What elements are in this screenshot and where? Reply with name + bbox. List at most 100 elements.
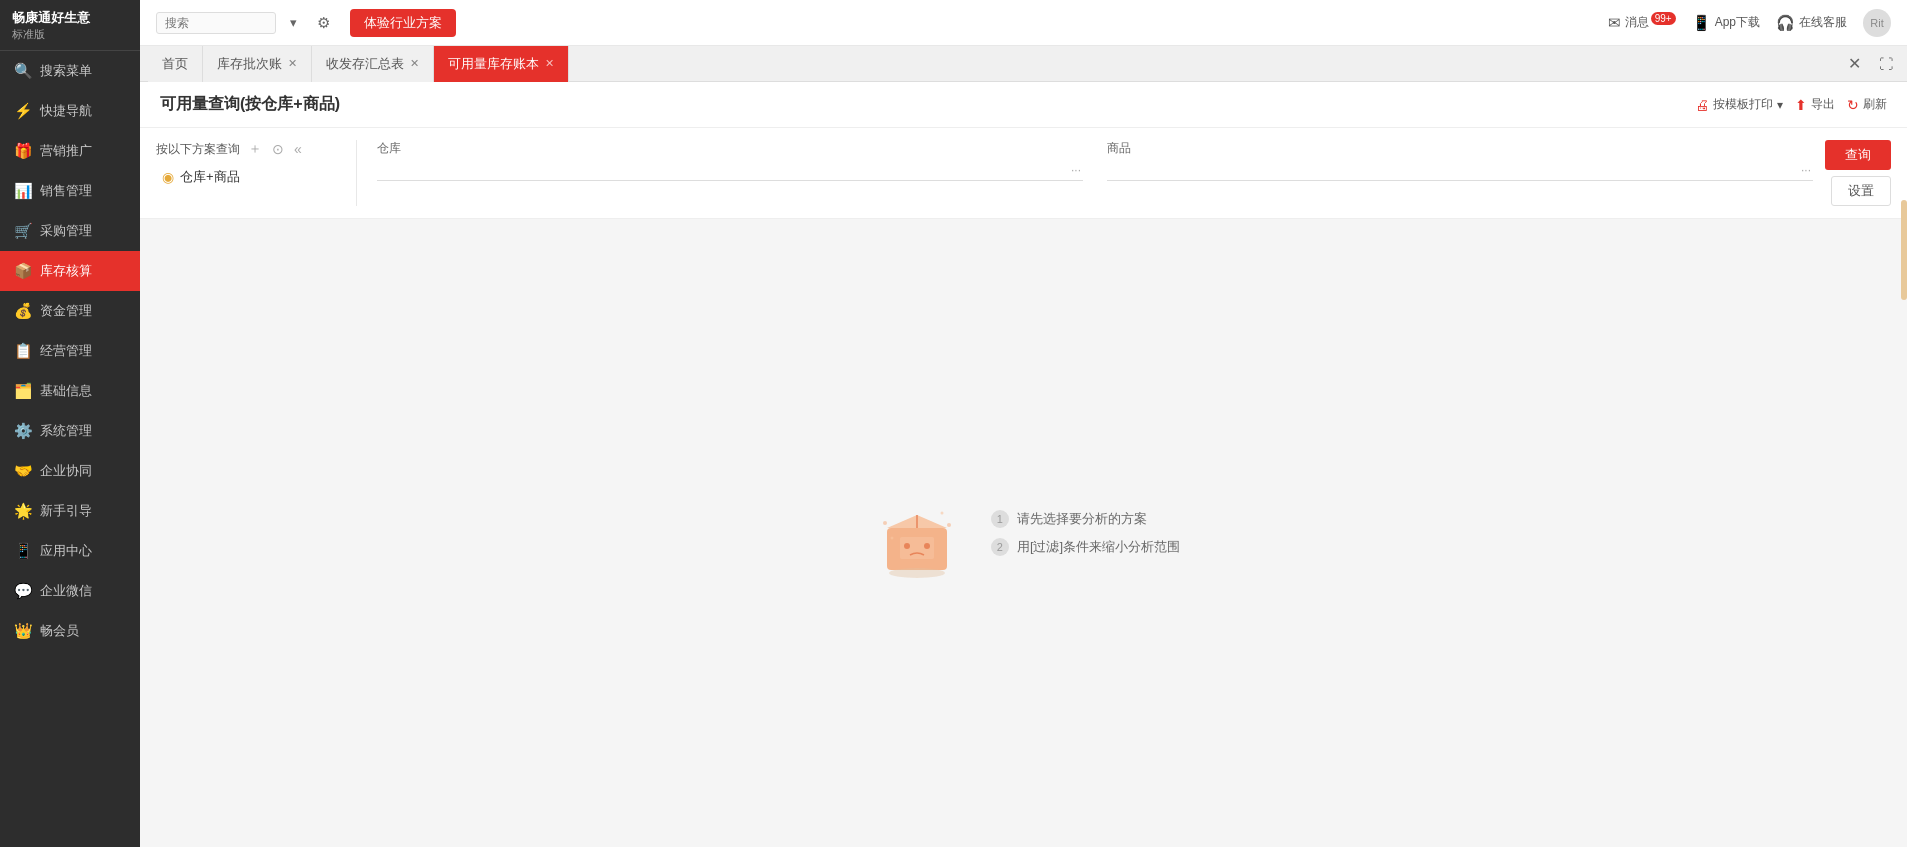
goods-input[interactable] <box>1107 162 1795 177</box>
avatar: Rit <box>1863 9 1891 37</box>
goods-more-button[interactable]: ··· <box>1799 163 1813 177</box>
sidebar-item-label: 新手引导 <box>40 502 92 520</box>
message-icon: ✉ <box>1608 14 1621 32</box>
page-content: 可用量查询(按仓库+商品) 🖨 按模板打印 ▾ ⬆ 导出 ↻ 刷新 <box>140 82 1907 847</box>
warehouse-more-button[interactable]: ··· <box>1069 163 1083 177</box>
filter-divider <box>356 140 357 206</box>
warehouse-input-container: ··· <box>377 159 1083 181</box>
sidebar-item-purchase[interactable]: 🛒 采购管理 <box>0 211 140 251</box>
message-action[interactable]: ✉ 消息 99+ <box>1608 14 1676 32</box>
sidebar-item-wechat[interactable]: 💬企业微信 <box>0 571 140 611</box>
sidebar-item-label: 采购管理 <box>40 222 92 240</box>
print-icon: 🖨 <box>1695 97 1709 113</box>
query-button[interactable]: 查询 <box>1825 140 1891 170</box>
print-label: 按模板打印 <box>1713 96 1773 113</box>
tip-2: 2 用[过滤]条件来缩小分析范围 <box>991 538 1180 556</box>
sidebar-item-operations[interactable]: 📋经营管理 <box>0 331 140 371</box>
tip-1-text: 请先选择要分析的方案 <box>1017 510 1147 528</box>
tip-2-text: 用[过滤]条件来缩小分析范围 <box>1017 538 1180 556</box>
tab-summary[interactable]: 收发存汇总表 ✕ <box>312 46 434 82</box>
print-button[interactable]: 🖨 按模板打印 ▾ <box>1695 96 1783 113</box>
sidebar-item-search[interactable]: 🔍搜索菜单 <box>0 51 140 91</box>
marketing-icon: 🎁 <box>14 142 32 160</box>
collapse-scheme-button[interactable]: « <box>292 141 304 157</box>
sidebar-item-appstore[interactable]: 📱应用中心 <box>0 531 140 571</box>
page-title: 可用量查询(按仓库+商品) <box>160 94 340 115</box>
search-icon: 🔍 <box>14 62 32 80</box>
app-download-action[interactable]: 📱 App下载 <box>1692 14 1760 32</box>
online-service-label: 在线客服 <box>1799 14 1847 31</box>
sidebar-item-newbie[interactable]: 🌟新手引导 <box>0 491 140 531</box>
industry-button[interactable]: 体验行业方案 <box>350 9 456 37</box>
sales-icon: 📊 <box>14 182 32 200</box>
basic-icon: 🗂️ <box>14 382 32 400</box>
app-name: 畅康通好生意 <box>12 10 128 27</box>
scheme-item-warehouse-goods[interactable]: ◉ 仓库+商品 <box>156 164 336 190</box>
refresh-button[interactable]: ↻ 刷新 <box>1847 96 1887 113</box>
goods-input-container: ··· <box>1107 159 1813 181</box>
tab-home[interactable]: 首页 <box>148 46 203 82</box>
sidebar-item-inventory[interactable]: 📦库存核算 <box>0 251 140 291</box>
sidebar-item-system[interactable]: ⚙️ 系统管理 <box>0 411 140 451</box>
system-icon: ⚙️ <box>14 422 32 440</box>
sidebar-item-label: 系统管理 <box>40 422 92 440</box>
tip-1-number: 1 <box>991 510 1009 528</box>
schema-icon: ◉ <box>162 169 174 185</box>
sidebar-item-label: 资金管理 <box>40 302 92 320</box>
breadcrumb-search[interactable] <box>156 12 276 34</box>
tab-available[interactable]: 可用量库存账本 ✕ <box>434 46 569 82</box>
main-area: ▾ ⚙ 体验行业方案 ✉ 消息 99+ 📱 App下载 🎧 在线客服 Rit <box>140 0 1907 847</box>
expand-tab-button[interactable]: ⛶ <box>1873 54 1899 74</box>
sidebar-item-label: 经营管理 <box>40 342 92 360</box>
tip-2-number: 2 <box>991 538 1009 556</box>
settings-button[interactable]: 设置 <box>1831 176 1891 206</box>
warehouse-label: 仓库 <box>377 140 1083 157</box>
goods-label: 商品 <box>1107 140 1813 157</box>
sidebar-item-shortcut[interactable]: ⚡快捷导航 <box>0 91 140 131</box>
warehouse-field: 仓库 ··· <box>377 140 1083 181</box>
tab-available-label: 可用量库存账本 <box>448 55 539 73</box>
sidebar-item-sales[interactable]: 📊销售管理 <box>0 171 140 211</box>
inventory-icon: 📦 <box>14 262 32 280</box>
sidebar-item-marketing[interactable]: 🎁 营销推广 <box>0 131 140 171</box>
gear-button[interactable]: ⚙ <box>311 12 336 34</box>
dropdown-button[interactable]: ▾ <box>286 13 301 32</box>
sidebar-item-basic[interactable]: 🗂️基础信息 <box>0 371 140 411</box>
filter-scheme-label: 按以下方案查询 <box>156 141 240 158</box>
tab-batch[interactable]: 库存批次账 ✕ <box>203 46 312 82</box>
warehouse-input[interactable] <box>377 162 1065 177</box>
message-label: 消息 <box>1625 14 1649 31</box>
sidebar-item-label: 企业微信 <box>40 582 92 600</box>
sidebar-menu: 🔍搜索菜单⚡快捷导航 🎁 营销推广 📊销售管理 🛒 采购管理 📦库存核算💰资金管理📋经营管理… <box>0 51 140 847</box>
online-service-action[interactable]: 🎧 在线客服 <box>1776 14 1847 32</box>
sidebar-item-label: 应用中心 <box>40 542 92 560</box>
add-scheme-button[interactable]: ＋ <box>246 140 264 158</box>
close-tab-button[interactable]: ✕ <box>1842 52 1867 75</box>
goods-field: 商品 ··· <box>1107 140 1813 181</box>
filter-actions: 查询 设置 <box>1825 140 1891 206</box>
svg-point-9 <box>940 512 943 515</box>
tabs-right-actions: ✕ ⛶ <box>1842 52 1899 75</box>
sidebar-item-vip[interactable]: 👑畅会员 <box>0 611 140 651</box>
export-label: 导出 <box>1811 96 1835 113</box>
export-button[interactable]: ⬆ 导出 <box>1795 96 1835 113</box>
tab-available-close[interactable]: ✕ <box>545 57 554 70</box>
tab-summary-close[interactable]: ✕ <box>410 57 419 70</box>
message-badge: 99+ <box>1651 12 1676 25</box>
user-avatar-action[interactable]: Rit <box>1863 9 1891 37</box>
svg-point-8 <box>947 523 951 527</box>
tab-batch-close[interactable]: ✕ <box>288 57 297 70</box>
sidebar: 畅康通好生意 标准版 🔍搜索菜单⚡快捷导航🎁营销推广📊销售管理🛒采购管理📦库存核… <box>0 0 140 847</box>
purchase-icon: 🛒 <box>14 222 32 240</box>
filter-fields: 仓库 ··· 商品 ··· <box>377 140 1813 181</box>
sidebar-item-label: 营销推广 <box>40 142 92 160</box>
filter-scheme-header: 按以下方案查询 ＋ ⊙ « <box>156 140 336 158</box>
sidebar-item-cooperation[interactable]: 🤝企业协同 <box>0 451 140 491</box>
empty-state: 1 请先选择要分析的方案 2 用[过滤]条件来缩小分析范围 <box>140 219 1907 847</box>
tab-summary-label: 收发存汇总表 <box>326 55 404 73</box>
manage-scheme-button[interactable]: ⊙ <box>270 141 286 157</box>
header-right: ✉ 消息 99+ 📱 App下载 🎧 在线客服 Rit <box>1608 9 1891 37</box>
sidebar-item-finance[interactable]: 💰资金管理 <box>0 291 140 331</box>
sidebar-item-label: 企业协同 <box>40 462 92 480</box>
sidebar-item-label: 畅会员 <box>40 622 79 640</box>
